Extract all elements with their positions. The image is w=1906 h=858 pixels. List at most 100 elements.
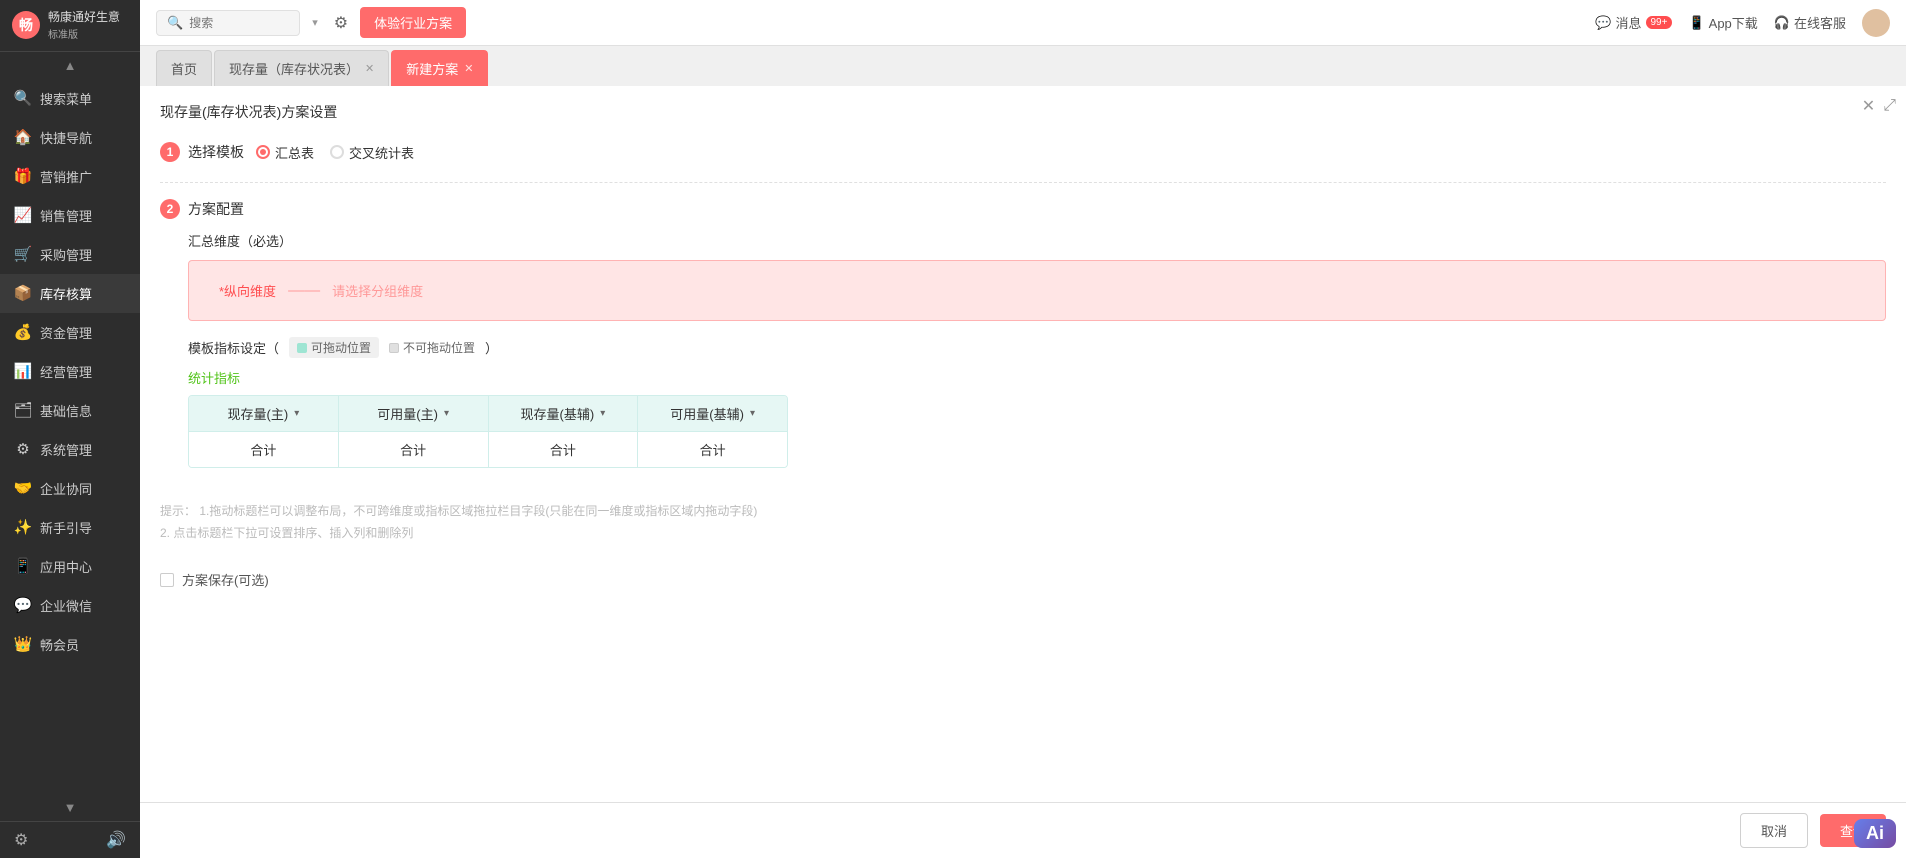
- search-icon: 🔍: [167, 15, 183, 31]
- user-avatar[interactable]: [1862, 9, 1890, 37]
- dimension-dash: ——: [288, 282, 320, 300]
- app-download-label: App下载: [1709, 13, 1758, 32]
- sidebar-item-label: 经营管理: [40, 362, 92, 381]
- sidebar-item-new-guide[interactable]: ✨ 新手引导: [0, 508, 140, 547]
- sidebar-item-operations[interactable]: 📊 经营管理: [0, 352, 140, 391]
- metrics-label-row: 模板指标设定（ 可拖动位置 不可拖动位置 ）: [188, 337, 1886, 358]
- col4-label: 可用量(基辅): [670, 404, 744, 423]
- sidebar-item-inventory[interactable]: 📦 库存核算: [0, 274, 140, 313]
- settings-icon[interactable]: ⚙: [14, 830, 28, 850]
- tabbar: 首页 现存量（库存状况表） ✕ 新建方案 ✕: [140, 46, 1906, 86]
- save-checkbox[interactable]: [160, 573, 174, 587]
- audio-icon[interactable]: 🔊: [106, 830, 126, 850]
- radio-summary[interactable]: 汇总表: [256, 143, 314, 162]
- tab-home-label: 首页: [171, 59, 197, 78]
- sidebar-item-cooperation[interactable]: 🤝 企业协同: [0, 469, 140, 508]
- sidebar-item-quick-nav[interactable]: 🏠 快捷导航: [0, 118, 140, 157]
- stats-col3-header[interactable]: 现存量(基辅) ▾: [489, 396, 639, 431]
- sidebar-item-search-menu[interactable]: 🔍 搜索菜单: [0, 79, 140, 118]
- sidebar-item-label: 企业协同: [40, 479, 92, 498]
- sidebar-item-label: 快捷导航: [40, 128, 92, 147]
- tab-inventory-status-label: 现存量（库存状况表）: [229, 59, 359, 78]
- sidebar-item-purchase[interactable]: 🛒 采购管理: [0, 235, 140, 274]
- non-draggable-indicator: 不可拖动位置: [389, 339, 475, 356]
- sidebar-nav: 🔍 搜索菜单 🏠 快捷导航 🎁 营销推广 📈 销售管理 🛒 采购管理 📦 库存核…: [0, 79, 140, 794]
- radio-cross[interactable]: 交叉统计表: [330, 143, 414, 162]
- sidebar-item-label: 畅会员: [40, 635, 79, 654]
- search-menu-icon: 🔍: [14, 89, 32, 107]
- ai-badge[interactable]: Ai: [1854, 819, 1896, 848]
- sidebar-item-marketing[interactable]: 🎁 营销推广: [0, 157, 140, 196]
- save-label: 方案保存(可选): [182, 570, 269, 589]
- sidebar-item-label: 应用中心: [40, 557, 92, 576]
- summary-dimension-label: 汇总维度（必选）: [188, 231, 1886, 250]
- topbar-search-box[interactable]: 🔍: [156, 10, 300, 36]
- messages-btn[interactable]: 💬 消息 99+: [1595, 13, 1672, 32]
- sidebar-scroll-up[interactable]: ▲: [0, 52, 140, 79]
- search-input[interactable]: [189, 16, 289, 30]
- wechat-icon: 💬: [14, 596, 32, 614]
- tab-inventory-status-close[interactable]: ✕: [365, 62, 374, 75]
- page-title: 现存量(库存状况表)方案设置: [160, 102, 1886, 122]
- tab-new-plan-close[interactable]: ✕: [464, 62, 473, 75]
- sidebar-item-label: 库存核算: [40, 284, 92, 303]
- col3-chevron[interactable]: ▾: [600, 408, 605, 419]
- section1-number: 1: [160, 142, 180, 162]
- panel-close-btn[interactable]: ✕: [1862, 96, 1875, 116]
- col3-label: 现存量(基辅): [521, 404, 595, 423]
- sidebar-item-system[interactable]: ⚙ 系统管理: [0, 430, 140, 469]
- col2-chevron[interactable]: ▾: [444, 408, 449, 419]
- quick-nav-icon: 🏠: [14, 128, 32, 146]
- new-guide-icon: ✨: [14, 518, 32, 536]
- section1-title: 选择模板: [188, 142, 244, 162]
- sidebar-scroll-down[interactable]: ▼: [0, 794, 140, 821]
- tab-home[interactable]: 首页: [156, 50, 212, 86]
- sidebar-item-app-center[interactable]: 📱 应用中心: [0, 547, 140, 586]
- col4-chevron[interactable]: ▾: [750, 408, 755, 419]
- sales-icon: 📈: [14, 206, 32, 224]
- metrics-prefix: 模板指标设定（: [188, 338, 279, 357]
- topbar-chevron-icon[interactable]: ▾: [312, 16, 318, 29]
- sidebar-bottom: ⚙ 🔊: [0, 821, 140, 858]
- online-service-btn[interactable]: 🎧 在线客服: [1774, 13, 1846, 32]
- main-area: 🔍 ▾ ⚙ 体验行业方案 💬 消息 99+ 📱 App下载 🎧 在线客服: [140, 0, 1906, 858]
- non-draggable-dot: [389, 343, 399, 353]
- template-options: 汇总表 交叉统计表: [256, 143, 414, 162]
- purchase-icon: 🛒: [14, 245, 32, 263]
- app-download-icon: 📱: [1688, 15, 1704, 31]
- finance-icon: 💰: [14, 323, 32, 341]
- sidebar-item-label: 系统管理: [40, 440, 92, 459]
- app-edition: 标准版: [48, 26, 120, 41]
- sidebar-item-basic-info[interactable]: 🗂 基础信息: [0, 391, 140, 430]
- sidebar: 畅 畅康通好生意 标准版 ▲ 🔍 搜索菜单 🏠 快捷导航 🎁 营销推广 📈 销售…: [0, 0, 140, 858]
- cancel-button[interactable]: 取消: [1740, 813, 1808, 848]
- section2-number: 2: [160, 199, 180, 219]
- stats-table: 现存量(主) ▾ 可用量(主) ▾ 现存量(基辅) ▾: [188, 395, 788, 468]
- sidebar-item-wechat[interactable]: 💬 企业微信: [0, 586, 140, 625]
- section2-header: 2 方案配置: [160, 199, 1886, 219]
- bottom-bar: 取消 查询: [140, 802, 1906, 858]
- draggable-indicator: 可拖动位置: [289, 337, 379, 358]
- vertical-label: *纵向维度: [219, 281, 276, 300]
- sidebar-item-finance[interactable]: 💰 资金管理: [0, 313, 140, 352]
- stats-col2-header[interactable]: 可用量(主) ▾: [339, 396, 489, 431]
- topbar-gear-icon[interactable]: ⚙: [334, 13, 348, 33]
- tab-new-plan-label: 新建方案: [406, 59, 458, 78]
- sidebar-item-membership[interactable]: 👑 畅会员: [0, 625, 140, 664]
- panel-expand-btn[interactable]: ⤢: [1883, 96, 1896, 116]
- col1-chevron[interactable]: ▾: [294, 408, 299, 419]
- sidebar-item-label: 营销推广: [40, 167, 92, 186]
- app-download-btn[interactable]: 📱 App下载: [1688, 13, 1757, 32]
- tips-section: 提示： 1.拖动标题栏可以调整布局，不可跨维度或指标区域拖拉栏目字段(只能在同一…: [160, 491, 1886, 554]
- messages-label: 消息: [1615, 13, 1641, 32]
- content-area: ✕ ⤢ 现存量(库存状况表)方案设置 1 选择模板 汇总表: [140, 86, 1906, 802]
- sidebar-item-sales[interactable]: 📈 销售管理: [0, 196, 140, 235]
- stats-col4-header[interactable]: 可用量(基辅) ▾: [638, 396, 787, 431]
- radio-summary-label: 汇总表: [275, 143, 314, 162]
- tab-inventory-status[interactable]: 现存量（库存状况表） ✕: [214, 50, 389, 86]
- headset-icon: 🎧: [1774, 15, 1790, 31]
- panel-controls: ✕ ⤢: [1862, 96, 1896, 116]
- tab-new-plan[interactable]: 新建方案 ✕: [391, 50, 488, 86]
- industry-btn[interactable]: 体验行业方案: [360, 7, 466, 38]
- stats-col1-header[interactable]: 现存量(主) ▾: [189, 396, 339, 431]
